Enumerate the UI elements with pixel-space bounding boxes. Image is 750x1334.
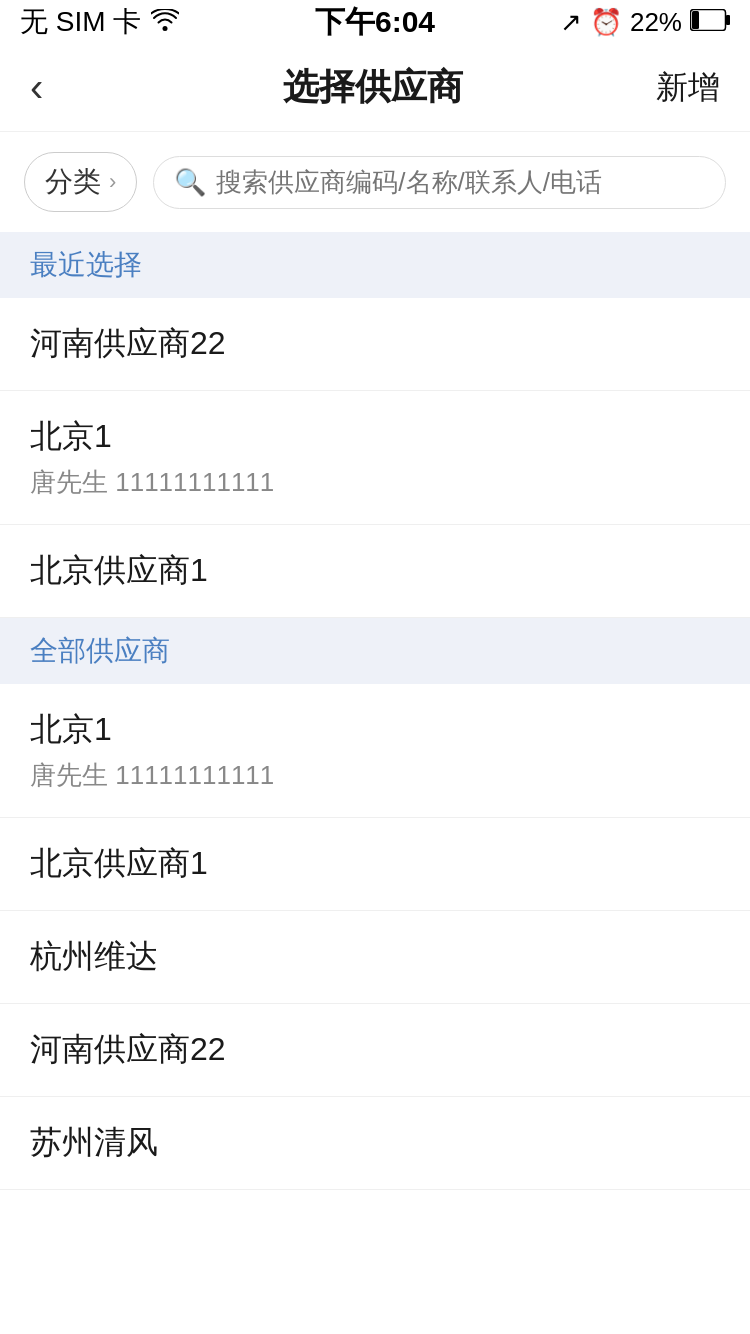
category-label: 分类 xyxy=(45,163,101,201)
list-item[interactable]: 北京供应商1 xyxy=(0,525,750,618)
back-button[interactable]: ‹ xyxy=(30,65,90,110)
alarm-icon: ⏰ xyxy=(590,7,622,38)
recent-items-list: 河南供应商22 北京1 唐先生 11111111111 北京供应商1 xyxy=(0,298,750,618)
add-button[interactable]: 新增 xyxy=(656,66,720,110)
item-detail: 唐先生 11111111111 xyxy=(30,758,720,793)
item-name: 杭州维达 xyxy=(30,935,720,979)
battery-text: 22% xyxy=(630,7,682,38)
item-name: 河南供应商22 xyxy=(30,1028,720,1072)
item-name: 北京供应商1 xyxy=(30,842,720,886)
status-bar: 无 SIM 卡 下午6:04 ↗ ⏰ 22% xyxy=(0,0,750,44)
no-sim-text: 无 SIM 卡 xyxy=(20,3,141,41)
list-item[interactable]: 苏州清风 xyxy=(0,1097,750,1190)
location-icon: ↗ xyxy=(560,7,582,38)
list-item[interactable]: 杭州维达 xyxy=(0,911,750,1004)
recent-section-header: 最近选择 xyxy=(0,232,750,298)
all-section-header: 全部供应商 xyxy=(0,618,750,684)
battery-icon xyxy=(690,7,730,38)
wifi-icon xyxy=(151,6,179,38)
nav-bar: ‹ 选择供应商 新增 xyxy=(0,44,750,132)
status-right: ↗ ⏰ 22% xyxy=(560,7,730,38)
item-name: 北京1 xyxy=(30,415,720,459)
list-item[interactable]: 北京1 唐先生 11111111111 xyxy=(0,391,750,525)
svg-rect-2 xyxy=(692,11,699,29)
all-items-list: 北京1 唐先生 11111111111 北京供应商1 杭州维达 河南供应商22 … xyxy=(0,684,750,1190)
search-icon: 🔍 xyxy=(174,167,206,198)
status-time: 下午6:04 xyxy=(315,2,435,43)
search-input[interactable] xyxy=(216,167,705,198)
svg-rect-1 xyxy=(726,15,730,25)
category-button[interactable]: 分类 › xyxy=(24,152,137,212)
page-title: 选择供应商 xyxy=(283,63,463,112)
list-item[interactable]: 河南供应商22 xyxy=(0,1004,750,1097)
list-item[interactable]: 北京1 唐先生 11111111111 xyxy=(0,684,750,818)
item-name: 北京1 xyxy=(30,708,720,752)
status-left: 无 SIM 卡 xyxy=(20,3,179,41)
filter-row: 分类 › 🔍 xyxy=(0,132,750,232)
list-item[interactable]: 河南供应商22 xyxy=(0,298,750,391)
item-name: 北京供应商1 xyxy=(30,549,720,593)
search-box: 🔍 xyxy=(153,156,726,209)
all-section-label: 全部供应商 xyxy=(30,635,170,666)
recent-section-label: 最近选择 xyxy=(30,249,142,280)
list-item[interactable]: 北京供应商1 xyxy=(0,818,750,911)
item-name: 河南供应商22 xyxy=(30,322,720,366)
chevron-right-icon: › xyxy=(109,169,116,195)
item-name: 苏州清风 xyxy=(30,1121,720,1165)
item-detail: 唐先生 11111111111 xyxy=(30,465,720,500)
